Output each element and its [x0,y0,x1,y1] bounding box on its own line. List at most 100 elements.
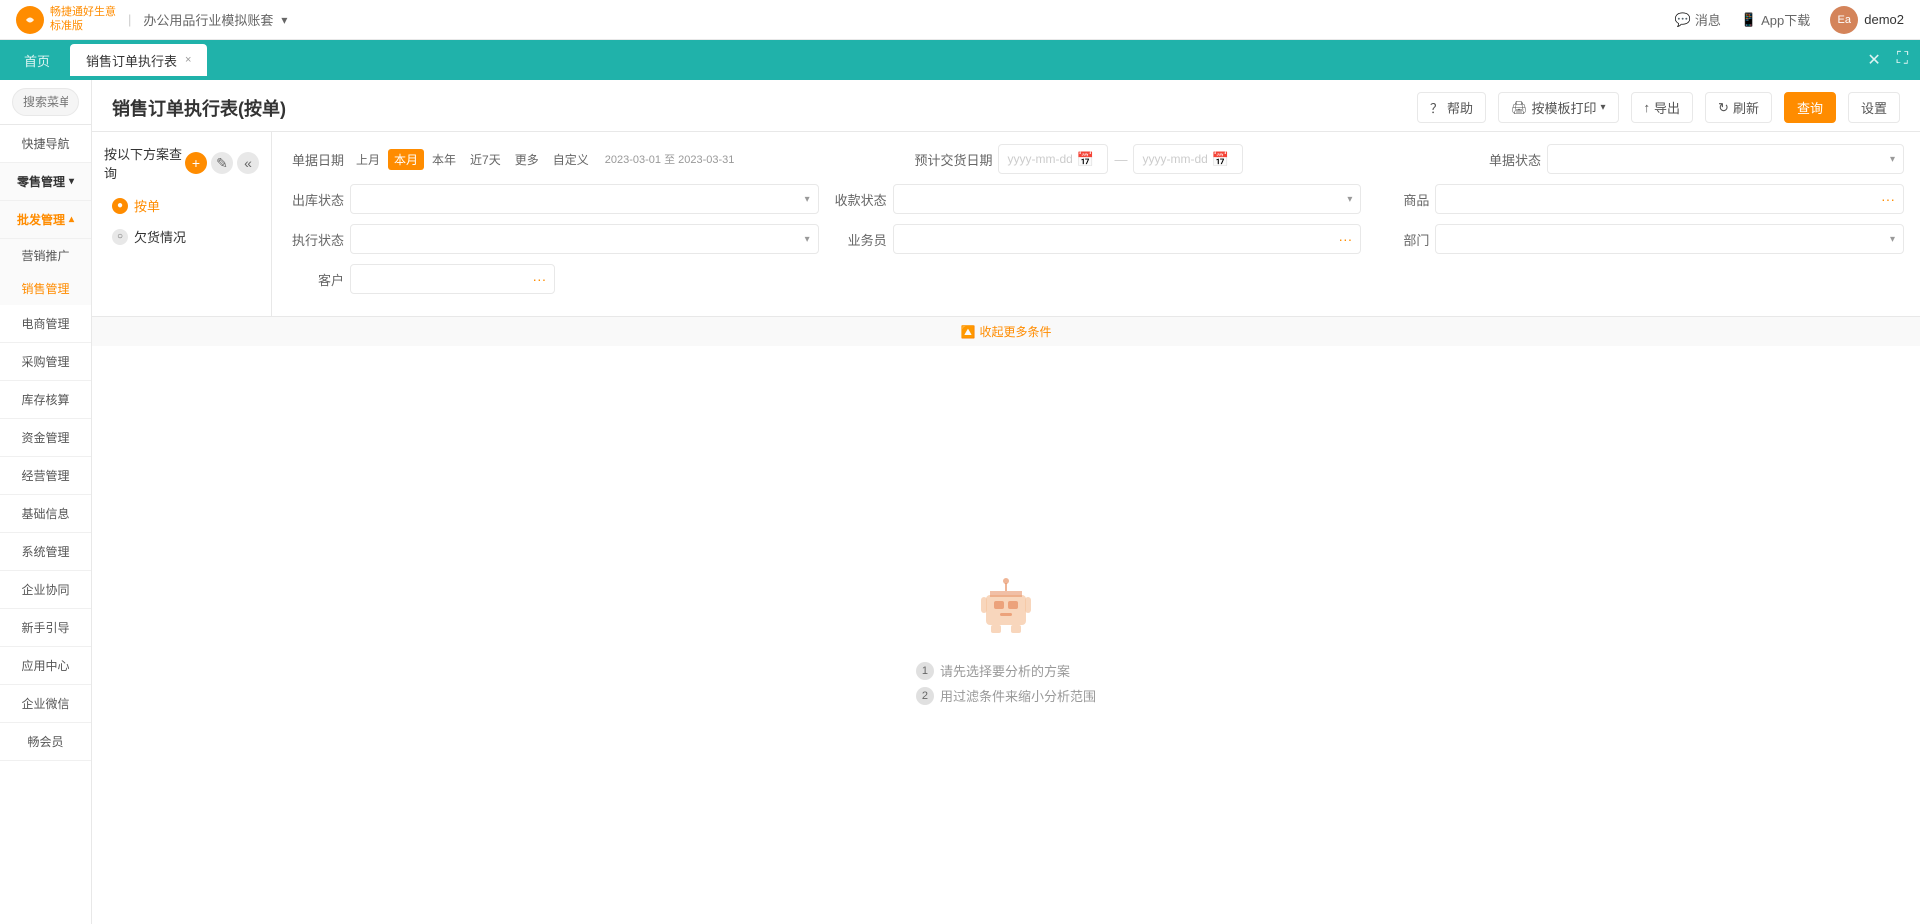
salesperson-select[interactable]: ··· [893,224,1362,254]
date-tab-custom[interactable]: 自定义 [547,149,595,170]
sidebar-item-basic-label: 基础信息 [21,507,69,521]
department-select[interactable]: ▾ [1435,224,1904,254]
sidebar-item-vip-label: 畅会员 [27,735,63,749]
doc-status-select[interactable]: ▾ [1547,144,1904,174]
message-icon: 💬 [1675,12,1691,28]
sidebar-item-basic[interactable]: 基础信息 [0,495,91,533]
customer-select[interactable]: ··· [350,264,555,294]
sidebar-item-purchase[interactable]: 采购管理 [0,343,91,381]
edit-icon: ✎ [216,155,228,172]
exec-status-label: 执行状态 [288,230,344,249]
sidebar-item-new-guide[interactable]: 新手引导 [0,609,91,647]
filter-row-1: 单据日期 上月 本月 本年 近7天 更多 自定义 2023-03-01 至 20… [288,144,1904,174]
scheme-panel-title: 按以下方案查询 [104,144,185,182]
date-tab-this-year[interactable]: 本年 [426,149,462,170]
sidebar-item-app-center[interactable]: 应用中心 [0,647,91,685]
user-name: demo2 [1864,12,1904,27]
sidebar-item-finance[interactable]: 资金管理 [0,419,91,457]
out-status-select[interactable]: ▾ [350,184,819,214]
sidebar-item-quick-nav[interactable]: 快捷导航 [0,125,91,163]
tab-home[interactable]: 首页 [8,44,66,76]
tab-maximize-icon[interactable]: ⛶ [1893,46,1912,74]
date-tab-more[interactable]: 更多 [509,149,545,170]
empty-state: 1 请先选择要分析的方案 2 用过滤条件来缩小分析范围 [92,346,1920,924]
filter-field-doc-status: 单据状态 ▾ [1485,144,1904,174]
sidebar-item-ecommerce[interactable]: 电商管理 [0,305,91,343]
out-status-chevron: ▾ [805,194,810,205]
filter-panel: 按以下方案查询 + ✎ « ● 按单 [92,132,1920,316]
expected-date-end[interactable]: yyyy-mm-dd 📅 [1133,144,1243,174]
scheme-dot-order: ● [112,198,128,214]
scheme-edit-button[interactable]: ✎ [211,152,233,174]
receipt-status-chevron: ▾ [1347,194,1352,205]
sidebar-item-system-label: 系统管理 [21,545,69,559]
sidebar-item-inventory-label: 库存核算 [21,393,69,407]
sidebar-item-enterprise[interactable]: 企业协同 [0,571,91,609]
filter-field-receipt-status: 收款状态 ▾ [831,184,1362,214]
sidebar-item-finance-label: 资金管理 [21,431,69,445]
scheme-panel-actions: + ✎ « [185,152,259,174]
sidebar-item-purchase-label: 采购管理 [21,355,69,369]
help-button[interactable]: ？ 帮助 [1417,92,1486,123]
expected-date-label: 预计交货日期 [914,150,992,169]
query-button[interactable]: 查询 [1784,92,1836,123]
settings-button[interactable]: 设置 [1848,92,1900,123]
sidebar-item-app-center-label: 应用中心 [21,659,69,673]
page-title: 销售订单执行表(按单) [112,95,286,121]
search-input[interactable] [12,88,79,116]
goods-label: 商品 [1373,190,1429,209]
calendar-start-icon: 📅 [1077,151,1094,168]
tab-close-icon[interactable]: × [185,54,191,66]
sidebar-item-wholesale[interactable]: 批发管理 ▴ [0,201,91,239]
date-range-display: 2023-03-01 至 2023-03-31 [605,151,735,167]
scheme-dot-debt: ○ [112,229,128,245]
chevron-down-icon: ▾ [69,176,74,187]
customer-more-icon[interactable]: ··· [532,271,546,287]
top-header: 畅捷通好生意 标准版 | 办公用品行业模拟账套 ▾ 💬 消息 📱 App下载 E… [0,0,1920,40]
scheme-item-order-label: 按单 [134,196,160,215]
sidebar-item-operations[interactable]: 经营管理 [0,457,91,495]
header-left: 畅捷通好生意 标准版 | 办公用品行业模拟账套 ▾ [16,6,287,34]
scheme-item-order[interactable]: ● 按单 [104,190,259,221]
app-download-action[interactable]: 📱 App下载 [1741,10,1810,29]
sidebar-item-inventory[interactable]: 库存核算 [0,381,91,419]
logo-text: 畅捷通好生意 标准版 [50,6,116,32]
filter-row-2: 出库状态 ▾ 收款状态 ▾ 商品 [288,184,1904,214]
print-button[interactable]: 🖨 按模板打印 ▾ [1498,92,1619,123]
empty-illustration [966,565,1046,645]
sidebar: 快捷导航 零售管理 ▾ 批发管理 ▴ 营销推广 销售管理 电商管理 采购管理 库… [0,80,92,924]
receipt-status-select[interactable]: ▾ [893,184,1362,214]
logo-icon [16,6,44,34]
breadcrumb-dropdown[interactable]: ▾ [281,13,287,27]
date-tab-this-month[interactable]: 本月 [388,149,424,170]
expected-date-start[interactable]: yyyy-mm-dd 📅 [998,144,1108,174]
scheme-item-debt[interactable]: ○ 欠货情况 [104,221,259,252]
sidebar-item-quick-nav-label: 快捷导航 [21,137,69,151]
sidebar-item-marketing[interactable]: 营销推广 [0,239,91,272]
user-area[interactable]: Ea demo2 [1830,6,1904,34]
sidebar-item-sales[interactable]: 销售管理 [0,272,91,305]
filter-fields: 单据日期 上月 本月 本年 近7天 更多 自定义 2023-03-01 至 20… [272,132,1920,316]
sidebar-item-vip[interactable]: 畅会员 [0,723,91,761]
refresh-button[interactable]: ↻ 刷新 [1705,92,1772,123]
scheme-panel: 按以下方案查询 + ✎ « ● 按单 [92,132,272,316]
scheme-collapse-button[interactable]: « [237,152,259,174]
page-actions: ？ 帮助 🖨 按模板打印 ▾ ↑ 导出 ↻ 刷新 查询 [1417,92,1900,123]
sidebar-item-retail[interactable]: 零售管理 ▾ [0,163,91,201]
tab-close-all-icon[interactable]: ✕ [1863,46,1884,74]
date-tab-last-month[interactable]: 上月 [350,149,386,170]
sidebar-item-enterprise-wechat[interactable]: 企业微信 [0,685,91,723]
sidebar-item-system[interactable]: 系统管理 [0,533,91,571]
message-action[interactable]: 💬 消息 [1675,10,1721,29]
salesperson-more-icon[interactable]: ··· [1338,231,1352,247]
scheme-add-button[interactable]: + [185,152,207,174]
tab-sales-order-exec[interactable]: 销售订单执行表 × [70,44,207,76]
date-tab-last-7-days[interactable]: 近7天 [464,149,507,170]
collapse-bar[interactable]: 🔼 收起更多条件 [92,316,1920,346]
exec-status-select[interactable]: ▾ [350,224,819,254]
hint-num-2: 2 [916,687,934,705]
goods-select[interactable]: ··· [1435,184,1904,214]
goods-more-icon[interactable]: ··· [1881,191,1895,207]
receipt-status-label: 收款状态 [831,190,887,209]
export-button[interactable]: ↑ 导出 [1631,92,1694,123]
